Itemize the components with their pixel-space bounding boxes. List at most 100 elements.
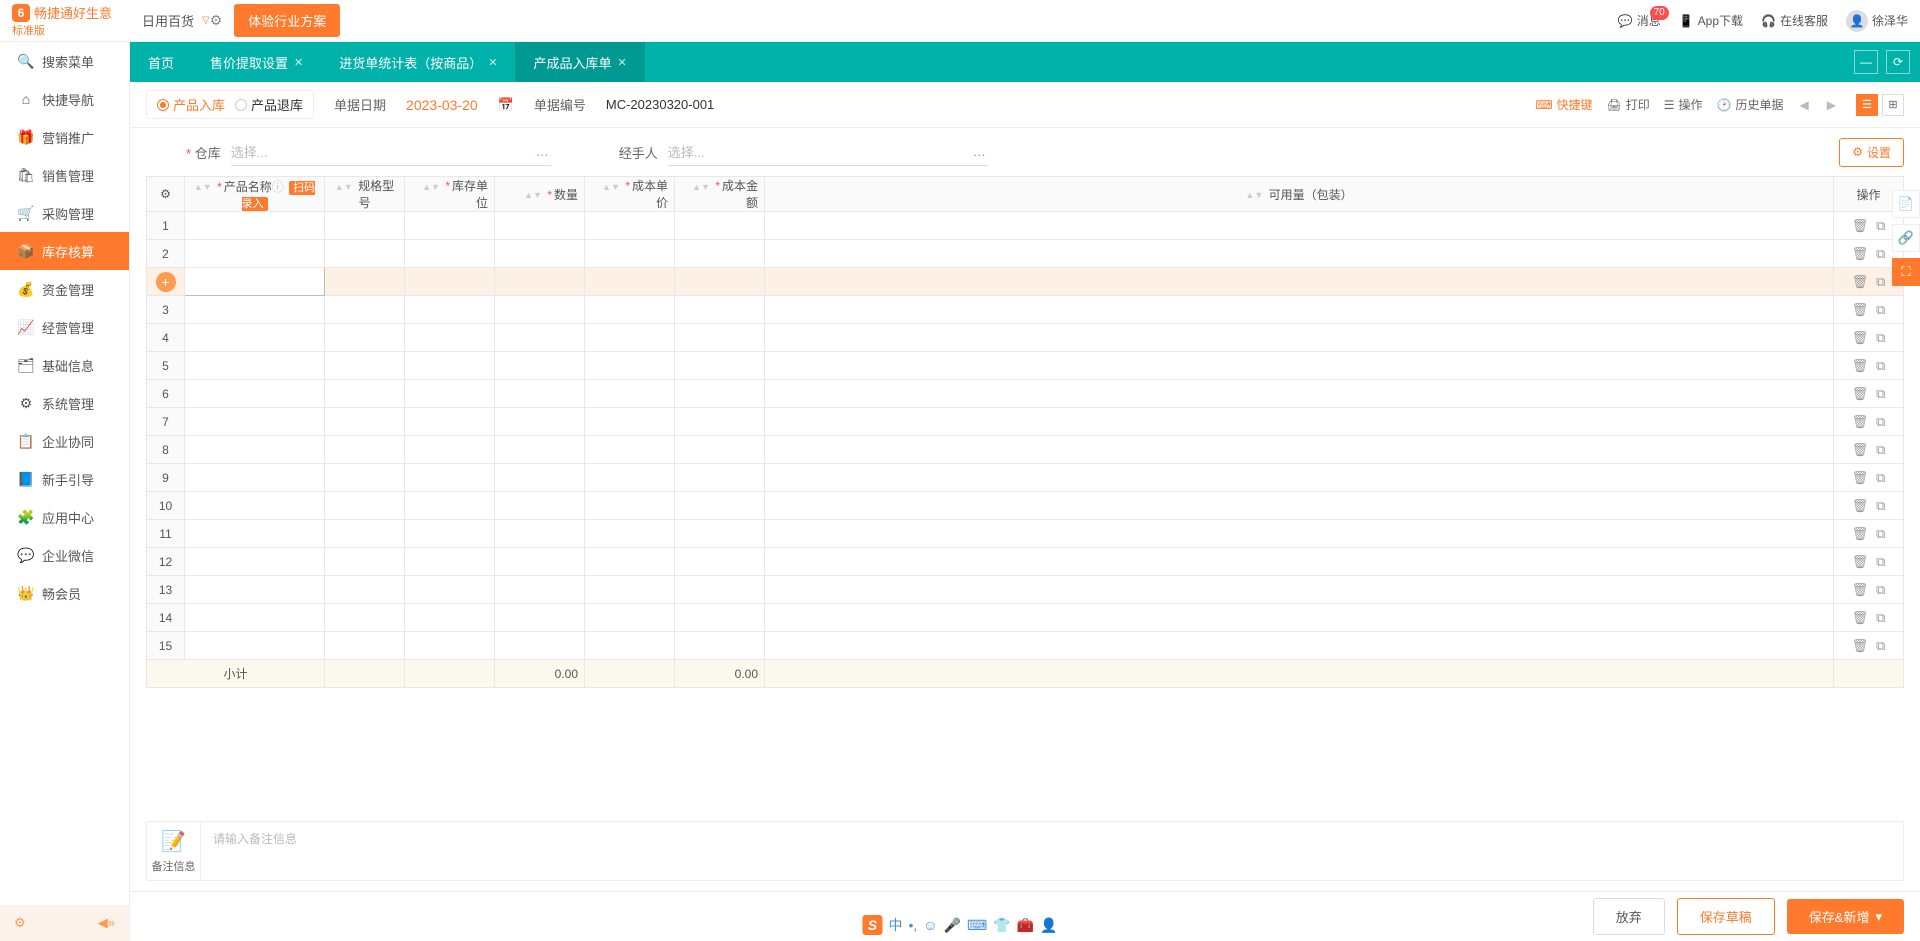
- cell-avail[interactable]: [765, 548, 1834, 576]
- view-list-button[interactable]: ☰: [1856, 94, 1878, 116]
- copy-icon[interactable]: ⧉: [1872, 302, 1889, 317]
- save-and-new-button[interactable]: 保存&新增 ▾: [1787, 899, 1904, 934]
- cell-avail[interactable]: [765, 632, 1834, 660]
- cell-amount[interactable]: [675, 464, 765, 492]
- delete-icon[interactable]: 🗑: [1848, 330, 1873, 345]
- sidebar-item-6[interactable]: 💰资金管理: [0, 270, 129, 308]
- cell-spec[interactable]: [325, 464, 405, 492]
- cell-avail[interactable]: [765, 520, 1834, 548]
- cell-spec[interactable]: [325, 380, 405, 408]
- cell-avail[interactable]: [765, 576, 1834, 604]
- radio-product-in[interactable]: 产品入库: [157, 95, 225, 114]
- table-row[interactable]: 4🗑⧉: [147, 324, 1904, 352]
- cell-unit[interactable]: [405, 464, 495, 492]
- cell-spec[interactable]: [325, 520, 405, 548]
- th-gear[interactable]: ⚙: [147, 177, 185, 212]
- cell-price[interactable]: [585, 604, 675, 632]
- ime-punct-icon[interactable]: •,: [908, 917, 917, 933]
- cell-price[interactable]: [585, 296, 675, 324]
- close-icon[interactable]: ✕: [488, 56, 497, 69]
- th-price[interactable]: ▲▼ *成本单价: [585, 177, 675, 212]
- cell-amount[interactable]: [675, 352, 765, 380]
- delete-icon[interactable]: 🗑: [1848, 554, 1873, 569]
- table-row[interactable]: 6🗑⧉: [147, 380, 1904, 408]
- delete-icon[interactable]: 🗑: [1848, 442, 1873, 457]
- table-row[interactable]: 12🗑⧉: [147, 548, 1904, 576]
- tab-2[interactable]: 进货单统计表（按商品）✕: [321, 42, 515, 82]
- cell-unit[interactable]: [405, 548, 495, 576]
- cell-spec[interactable]: [325, 492, 405, 520]
- cell-qty[interactable]: [495, 604, 585, 632]
- discard-button[interactable]: 放弃: [1593, 898, 1665, 935]
- cell-spec[interactable]: [325, 408, 405, 436]
- th-spec[interactable]: ▲▼ 规格型号: [325, 177, 405, 212]
- cell-spec[interactable]: [325, 576, 405, 604]
- delete-icon[interactable]: 🗑: [1848, 582, 1873, 597]
- delete-icon[interactable]: 🗑: [1848, 610, 1873, 625]
- cell-avail[interactable]: [765, 380, 1834, 408]
- table-row[interactable]: 11🗑⧉: [147, 520, 1904, 548]
- ime-keyboard-icon[interactable]: ⌨: [967, 917, 987, 934]
- ime-user-icon[interactable]: 👤: [1040, 917, 1057, 934]
- print-button[interactable]: 🖨 打印: [1607, 96, 1650, 113]
- cell-qty[interactable]: [495, 240, 585, 268]
- copy-icon[interactable]: ⧉: [1872, 442, 1889, 457]
- warehouse-select[interactable]: 选择... …: [231, 138, 551, 166]
- cell-qty[interactable]: [495, 548, 585, 576]
- cell-avail[interactable]: [765, 492, 1834, 520]
- cell-qty[interactable]: [495, 492, 585, 520]
- cell-product[interactable]: [185, 296, 325, 324]
- delete-icon[interactable]: 🗑: [1848, 470, 1873, 485]
- cell-unit[interactable]: [405, 268, 495, 296]
- ime-skin-icon[interactable]: 👕: [993, 917, 1010, 934]
- table-row[interactable]: 1🗑⧉: [147, 212, 1904, 240]
- cell-price[interactable]: [585, 352, 675, 380]
- copy-icon[interactable]: ⧉: [1872, 498, 1889, 513]
- cell-qty[interactable]: [495, 324, 585, 352]
- copy-icon[interactable]: ⧉: [1872, 526, 1889, 541]
- sidebar-item-8[interactable]: 🗂基础信息: [0, 346, 129, 384]
- cell-price[interactable]: [585, 436, 675, 464]
- sort-icon[interactable]: ▲▼: [692, 184, 710, 190]
- copy-icon[interactable]: ⧉: [1872, 582, 1889, 597]
- table-row[interactable]: 10🗑⧉: [147, 492, 1904, 520]
- view-grid-button[interactable]: ⊞: [1882, 94, 1904, 116]
- th-unit[interactable]: ▲▼ *库存单位: [405, 177, 495, 212]
- cell-unit[interactable]: [405, 380, 495, 408]
- more-icon[interactable]: …: [536, 144, 551, 159]
- table-row[interactable]: 2🗑⧉: [147, 240, 1904, 268]
- cell-unit[interactable]: [405, 296, 495, 324]
- remarks-input[interactable]: 请输入备注信息: [201, 821, 1904, 881]
- cell-unit[interactable]: [405, 324, 495, 352]
- cell-product[interactable]: [185, 408, 325, 436]
- delete-icon[interactable]: 🗑: [1848, 302, 1873, 317]
- cell-avail[interactable]: [765, 296, 1834, 324]
- table-row[interactable]: 8🗑⧉: [147, 436, 1904, 464]
- copy-icon[interactable]: ⧉: [1872, 554, 1889, 569]
- tab-0[interactable]: 首页: [130, 42, 192, 82]
- copy-icon[interactable]: ⧉: [1872, 330, 1889, 345]
- cell-product[interactable]: [185, 324, 325, 352]
- date-value[interactable]: 2023-03-20: [406, 97, 478, 113]
- cell-unit[interactable]: [405, 352, 495, 380]
- cell-product[interactable]: [185, 212, 325, 240]
- cell-unit[interactable]: [405, 632, 495, 660]
- cell-price[interactable]: [585, 324, 675, 352]
- cell-amount[interactable]: [675, 436, 765, 464]
- ime-mic-icon[interactable]: 🎤: [944, 917, 961, 934]
- close-icon[interactable]: ✕: [294, 56, 303, 69]
- sort-icon[interactable]: ▲▼: [422, 184, 440, 190]
- table-row[interactable]: 13🗑⧉: [147, 576, 1904, 604]
- cell-avail[interactable]: [765, 352, 1834, 380]
- cell-unit[interactable]: [405, 576, 495, 604]
- sidebar-item-4[interactable]: 🛒采购管理: [0, 194, 129, 232]
- th-amount[interactable]: ▲▼ *成本金额: [675, 177, 765, 212]
- cell-unit[interactable]: [405, 604, 495, 632]
- history-button[interactable]: 🕑 历史单据: [1717, 96, 1784, 113]
- cell-qty[interactable]: [495, 380, 585, 408]
- cell-unit[interactable]: [405, 436, 495, 464]
- cell-qty[interactable]: [495, 464, 585, 492]
- sidebar-item-11[interactable]: 📘新手引导: [0, 460, 129, 498]
- cell-spec[interactable]: [325, 632, 405, 660]
- cell-spec[interactable]: [325, 212, 405, 240]
